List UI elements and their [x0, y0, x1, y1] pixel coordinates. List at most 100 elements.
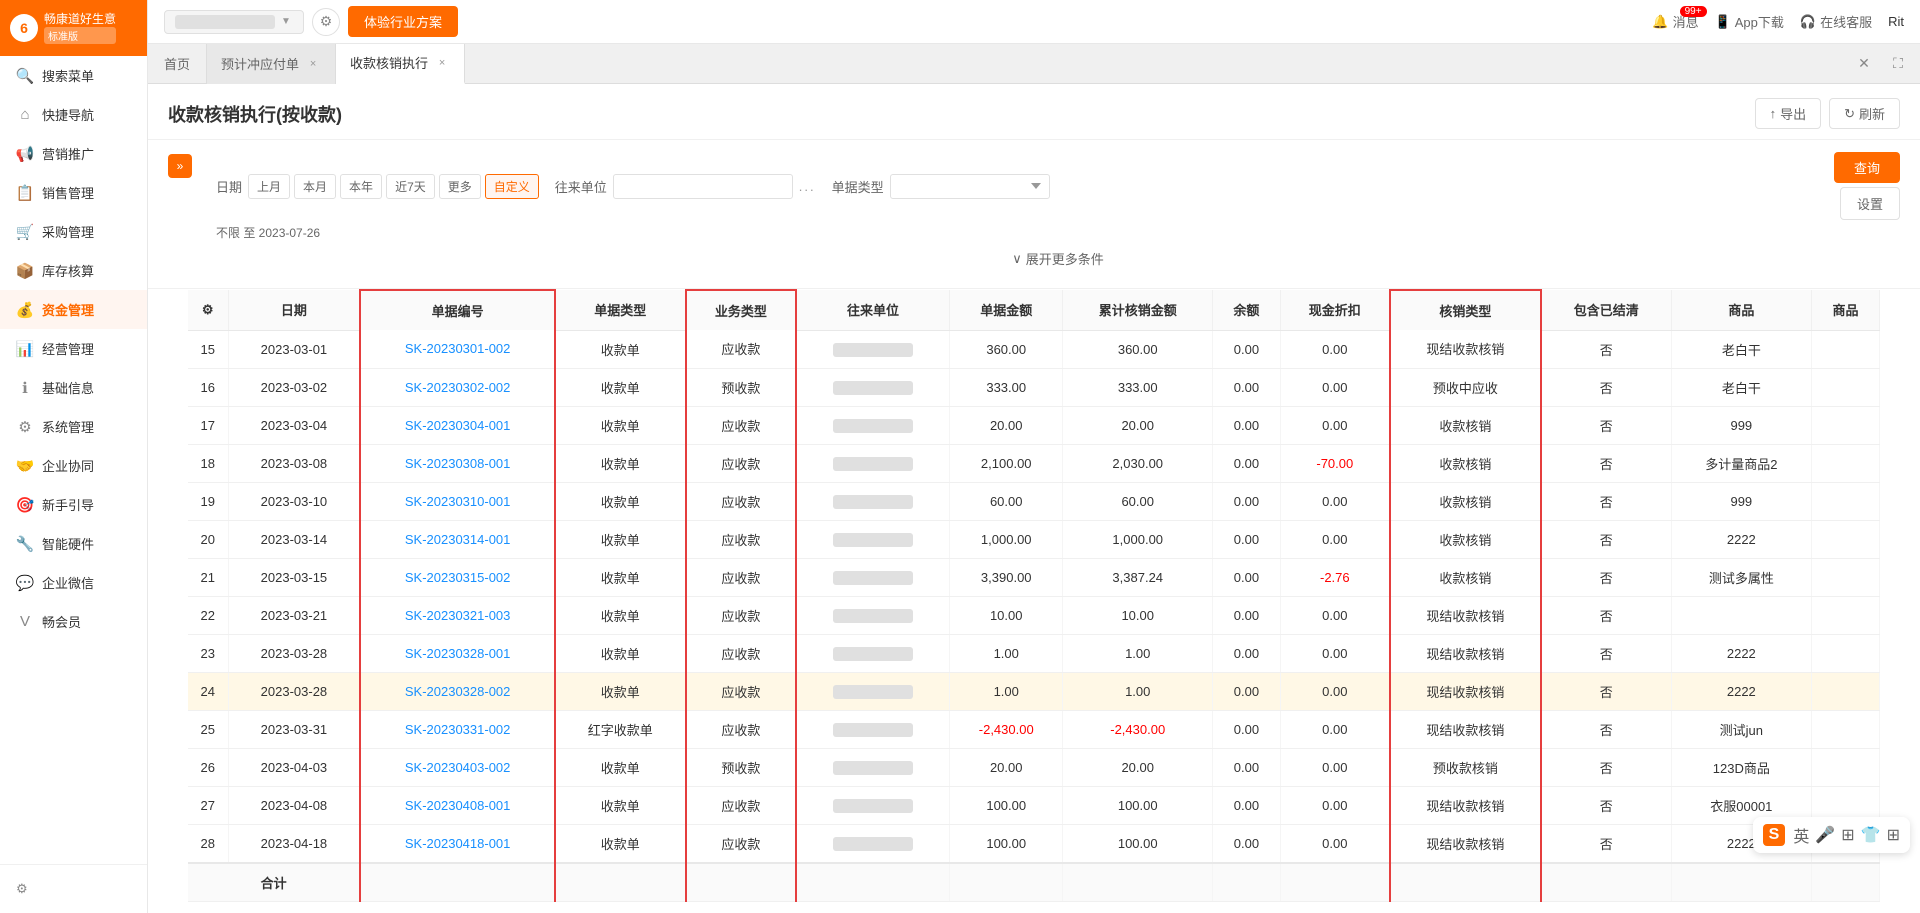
sidebar-item-marketing[interactable]: 📢 营销推广 [0, 134, 147, 173]
sidebar: 6 畅康道好生意 标准版 🔍 搜索菜单 ⌂ 快捷导航 📢 营销推广 📋 销售管理… [0, 0, 148, 913]
sidebar-item-quicknav[interactable]: ⌂ 快捷导航 [0, 95, 147, 134]
tab-home[interactable]: 首页 [148, 44, 207, 84]
cell-goods2 [1812, 634, 1880, 672]
cell-discount: 0.00 [1280, 368, 1390, 406]
cell-balance: 0.00 [1213, 824, 1281, 863]
sn-link[interactable]: SK-20230321-003 [405, 608, 511, 623]
cell-goods1: 123D商品 [1671, 748, 1812, 786]
cell-amount: 20.00 [950, 406, 1063, 444]
sn-link[interactable]: SK-20230302-002 [405, 380, 511, 395]
date-this-month-btn[interactable]: 本月 [294, 174, 336, 199]
sidebar-item-basic-info[interactable]: ℹ 基础信息 [0, 368, 147, 407]
date-7days-btn[interactable]: 近7天 [386, 174, 435, 199]
tab-prepay[interactable]: 预计冲应付单 × [207, 44, 336, 84]
cell-biz: 预收款 [686, 368, 796, 406]
totals-company [796, 863, 950, 902]
sidebar-item-finance[interactable]: 💰 资金管理 [0, 290, 147, 329]
solution-btn[interactable]: 体验行业方案 [348, 6, 458, 37]
cell-amount: 10.00 [950, 596, 1063, 634]
col-amount-header: 单据金额 [950, 290, 1063, 330]
workspace-selector[interactable]: ▼ [164, 10, 304, 34]
sidebar-item-inventory[interactable]: 📦 库存核算 [0, 251, 147, 290]
cell-settled: 否 [1541, 786, 1671, 824]
sn-link[interactable]: SK-20230408-001 [405, 798, 511, 813]
sidebar-item-guide[interactable]: 🎯 新手引导 [0, 485, 147, 524]
sidebar-item-wechat[interactable]: 💬 企业微信 [0, 563, 147, 602]
date-this-year-btn[interactable]: 本年 [340, 174, 382, 199]
watermark-shirt-icon: 👕 [1861, 825, 1881, 845]
sn-link[interactable]: SK-20230328-001 [405, 646, 511, 661]
notify-btn[interactable]: 🔔 消息 99+ [1652, 12, 1698, 31]
watermark-grid2-icon: ⊞ [1887, 825, 1900, 845]
date-last-month-btn[interactable]: 上月 [248, 174, 290, 199]
tab-prepay-close[interactable]: × [305, 56, 321, 72]
sn-link[interactable]: SK-20230328-002 [405, 684, 511, 699]
sn-link[interactable]: SK-20230403-002 [405, 760, 511, 775]
date-custom-btn[interactable]: 自定义 [485, 174, 539, 199]
sn-link[interactable]: SK-20230418-001 [405, 836, 511, 851]
filter-collapse-btn[interactable]: » [168, 154, 192, 178]
tab-actions: ✕ ⛶ [1850, 50, 1920, 78]
query-btn[interactable]: 查询 [1834, 152, 1900, 183]
sn-link[interactable]: SK-20230315-002 [405, 570, 511, 585]
sn-link[interactable]: SK-20230308-001 [405, 456, 511, 471]
sidebar-item-system[interactable]: ⚙ 系统管理 [0, 407, 147, 446]
voucher-type-filter-group: 单据类型 [832, 174, 1050, 199]
online-service-btn[interactable]: 🎧 在线客服 [1800, 12, 1872, 31]
cell-used: 10.00 [1063, 596, 1213, 634]
sn-link[interactable]: SK-20230301-002 [405, 341, 511, 356]
sidebar-item-member[interactable]: V 畅会员 [0, 602, 147, 641]
cell-date: 2023-03-02 [228, 368, 360, 406]
company-input[interactable] [613, 174, 793, 199]
tab-close-all-btn[interactable]: ✕ [1850, 50, 1878, 78]
cell-sn: SK-20230331-002 [360, 710, 555, 748]
cell-sn: SK-20230308-001 [360, 444, 555, 482]
sidebar-item-hardware[interactable]: 🔧 智能硬件 [0, 524, 147, 563]
cell-company [796, 406, 950, 444]
sidebar-item-label: 快捷导航 [42, 105, 94, 124]
filter-expand-btn[interactable]: ∨ 展开更多条件 [216, 249, 1900, 268]
settings-icon: ⚙ [320, 13, 333, 30]
sidebar-item-purchase[interactable]: 🛒 采购管理 [0, 212, 147, 251]
page-content: 收款核销执行(按收款) ↑ 导出 ↻ 刷新 » 日期 [148, 84, 1920, 913]
watermark-grid-icon: ⊞ [1841, 825, 1854, 845]
export-btn[interactable]: ↑ 导出 [1755, 98, 1822, 129]
sidebar-item-sales[interactable]: 📋 销售管理 [0, 173, 147, 212]
cell-saletype: 现结收款核销 [1390, 330, 1541, 368]
sn-link[interactable]: SK-20230314-001 [405, 532, 511, 547]
refresh-btn[interactable]: ↻ 刷新 [1829, 98, 1900, 129]
cell-type: 收款单 [555, 748, 686, 786]
cell-type: 收款单 [555, 444, 686, 482]
cell-biz: 应收款 [686, 634, 796, 672]
cell-balance: 0.00 [1213, 748, 1281, 786]
sn-link[interactable]: SK-20230304-001 [405, 418, 511, 433]
bell-icon: 🔔 [1652, 14, 1668, 30]
tab-collection-close[interactable]: × [434, 55, 450, 71]
tab-maximize-btn[interactable]: ⛶ [1884, 50, 1912, 78]
date-more-btn[interactable]: 更多 [439, 174, 481, 199]
cell-balance: 0.00 [1213, 482, 1281, 520]
sidebar-settings-btn[interactable]: ⚙ [0, 873, 147, 905]
cell-goods1: 测试多属性 [1671, 558, 1812, 596]
sidebar-item-label: 基础信息 [42, 378, 94, 397]
app-download-btn[interactable]: 📱 App下载 [1715, 12, 1784, 31]
cell-date: 2023-03-04 [228, 406, 360, 444]
totals-biz [686, 863, 796, 902]
topbar-settings-btn[interactable]: ⚙ [312, 8, 340, 36]
cell-biz: 应收款 [686, 710, 796, 748]
sn-link[interactable]: SK-20230310-001 [405, 494, 511, 509]
table-row: 15 2023-03-01 SK-20230301-002 收款单 应收款 36… [188, 330, 1880, 368]
sidebar-item-label: 营销推广 [42, 144, 94, 163]
filter-settings-btn[interactable]: 设置 [1840, 187, 1900, 220]
voucher-type-select[interactable] [890, 174, 1050, 199]
cell-no: 22 [188, 596, 228, 634]
sidebar-item-search[interactable]: 🔍 搜索菜单 [0, 56, 147, 95]
sidebar-item-collab[interactable]: 🤝 企业协同 [0, 446, 147, 485]
cell-company [796, 444, 950, 482]
table-row: 20 2023-03-14 SK-20230314-001 收款单 应收款 1,… [188, 520, 1880, 558]
cell-saletype: 收款核销 [1390, 444, 1541, 482]
tab-collection[interactable]: 收款核销执行 × [336, 44, 465, 84]
sidebar-item-operations[interactable]: 📊 经营管理 [0, 329, 147, 368]
sn-link[interactable]: SK-20230331-002 [405, 722, 511, 737]
col-gear[interactable]: ⚙ [188, 290, 228, 330]
